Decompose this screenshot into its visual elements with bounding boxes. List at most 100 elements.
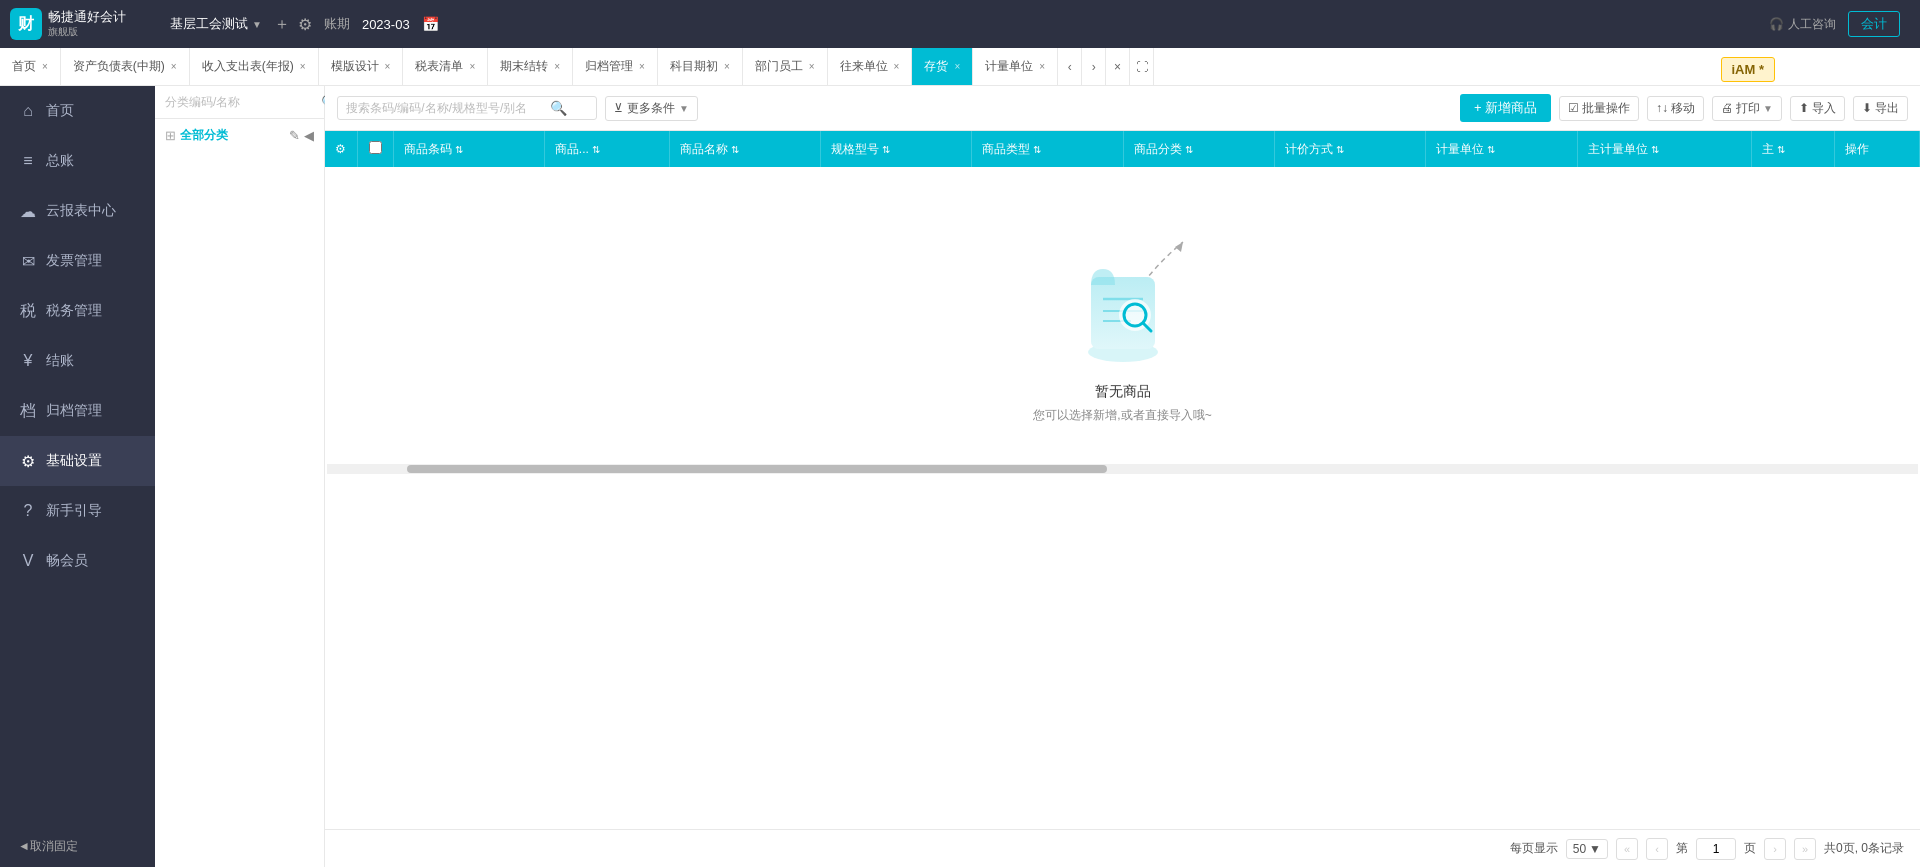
import-btn[interactable]: ⬆ 导入: [1790, 96, 1845, 121]
col-spec[interactable]: 规格型号⇅: [820, 131, 971, 167]
col-type[interactable]: 商品类型⇅: [972, 131, 1123, 167]
horizontal-scrollbar[interactable]: [327, 464, 1918, 474]
period-label: 账期: [324, 15, 350, 33]
category-search-row: 🔍: [155, 86, 324, 119]
sidebar-item-close-account[interactable]: ¥ 结账: [0, 336, 155, 386]
sidebar-unpin-btn[interactable]: ◄取消固定: [0, 826, 155, 867]
scrollbar-thumb[interactable]: [407, 465, 1107, 473]
table-config-col[interactable]: ⚙: [325, 131, 357, 167]
table-check-col[interactable]: [357, 131, 393, 167]
sidebar-item-general-ledger[interactable]: ≡ 总账: [0, 136, 155, 186]
empty-subtitle: 您可以选择新增,或者直接导入哦~: [1033, 407, 1211, 424]
sidebar-item-invoice[interactable]: ✉ 发票管理: [0, 236, 155, 286]
logo-area: 财 畅捷通好会计 旗舰版: [10, 8, 160, 40]
tab-inventory[interactable]: 存货 ×: [912, 48, 973, 86]
sort-extra[interactable]: ⇅: [1777, 144, 1785, 155]
sort-category[interactable]: ⇅: [1185, 144, 1193, 155]
col-main-unit[interactable]: 主计量单位⇅: [1577, 131, 1751, 167]
move-btn[interactable]: ↑↓ 移动: [1647, 96, 1704, 121]
add-tab-icon[interactable]: ＋: [274, 14, 290, 35]
product-search-input[interactable]: [346, 101, 546, 115]
product-search-icon[interactable]: 🔍: [550, 100, 567, 116]
tab-units[interactable]: 计量单位 ×: [973, 48, 1058, 86]
sort-type[interactable]: ⇅: [1033, 144, 1041, 155]
tab-close-contacts[interactable]: ×: [894, 61, 900, 72]
tab-close-tax[interactable]: ×: [469, 61, 475, 72]
col-price-mode[interactable]: 计价方式⇅: [1274, 131, 1425, 167]
sidebar-item-newbie-guide[interactable]: ? 新手引导: [0, 486, 155, 536]
tab-close-subject[interactable]: ×: [724, 61, 730, 72]
sidebar-item-cloud-reports[interactable]: ☁ 云报表中心: [0, 186, 155, 236]
tab-archive[interactable]: 归档管理 ×: [573, 48, 658, 86]
more-filter-btn[interactable]: ⊻ 更多条件 ▼: [605, 96, 698, 121]
account-button[interactable]: 会计: [1848, 11, 1900, 37]
page-suffix: 页: [1744, 840, 1756, 857]
sidebar-item-tax[interactable]: 税 税务管理: [0, 286, 155, 336]
sidebar-item-basic-settings[interactable]: ⚙ 基础设置: [0, 436, 155, 486]
tab-close-home[interactable]: ×: [42, 61, 48, 72]
tab-close-all[interactable]: ×: [1106, 48, 1130, 86]
col-name[interactable]: 商品名称⇅: [669, 131, 820, 167]
tab-subject-init[interactable]: 科目期初 ×: [658, 48, 743, 86]
sort-name[interactable]: ⇅: [731, 144, 739, 155]
col-unit[interactable]: 计量单位⇅: [1426, 131, 1577, 167]
home-icon: ⌂: [18, 102, 38, 120]
tab-tax-list[interactable]: 税表清单 ×: [403, 48, 488, 86]
col-extra[interactable]: 主⇅: [1751, 131, 1834, 167]
col-code[interactable]: 商品...⇅: [544, 131, 669, 167]
page-number-input[interactable]: [1696, 838, 1736, 860]
sort-spec[interactable]: ⇅: [882, 144, 890, 155]
category-edit-icon[interactable]: ✎: [289, 128, 300, 143]
tab-department[interactable]: 部门员工 ×: [743, 48, 828, 86]
tab-contacts[interactable]: 往来单位 ×: [828, 48, 913, 86]
tab-scroll-right[interactable]: ›: [1082, 48, 1106, 86]
batch-operation-btn[interactable]: ☑ 批量操作: [1559, 96, 1639, 121]
sort-code[interactable]: ⇅: [592, 144, 600, 155]
tab-close-template[interactable]: ×: [385, 61, 391, 72]
sidebar-item-vip[interactable]: V 畅会员: [0, 536, 155, 586]
tab-balance-sheet[interactable]: 资产负债表(中期) ×: [61, 48, 190, 86]
tab-home[interactable]: 首页 ×: [0, 48, 61, 86]
export-btn[interactable]: ⬇ 导出: [1853, 96, 1908, 121]
tab-income-statement[interactable]: 收入支出表(年报) ×: [190, 48, 319, 86]
print-btn[interactable]: 🖨 打印 ▼: [1712, 96, 1782, 121]
calendar-icon[interactable]: 📅: [422, 16, 439, 32]
tab-close-dept[interactable]: ×: [809, 61, 815, 72]
tab-close-carry[interactable]: ×: [554, 61, 560, 72]
batch-icon: ☑: [1568, 101, 1579, 115]
sort-barcode[interactable]: ⇅: [455, 144, 463, 155]
svg-marker-0: [1175, 242, 1183, 252]
sidebar-item-archive[interactable]: 档 归档管理: [0, 386, 155, 436]
settings-icon[interactable]: ⚙: [298, 15, 312, 34]
new-product-btn[interactable]: + 新增商品: [1460, 94, 1551, 122]
sort-unit[interactable]: ⇅: [1487, 144, 1495, 155]
next-page-btn[interactable]: ›: [1764, 838, 1786, 860]
category-collapse-icon[interactable]: ◀: [304, 128, 314, 143]
select-all-checkbox[interactable]: [369, 141, 382, 154]
tab-template-design[interactable]: 模版设计 ×: [319, 48, 404, 86]
all-categories-label[interactable]: 全部分类: [180, 127, 285, 144]
tab-close-inventory[interactable]: ×: [954, 61, 960, 72]
category-search-input[interactable]: [165, 95, 315, 109]
tab-close-balance[interactable]: ×: [171, 61, 177, 72]
tab-scroll-left[interactable]: ‹: [1058, 48, 1082, 86]
col-category[interactable]: 商品分类⇅: [1123, 131, 1274, 167]
first-page-btn[interactable]: «: [1616, 838, 1638, 860]
archive-icon: 档: [18, 401, 38, 422]
sort-main-unit[interactable]: ⇅: [1651, 144, 1659, 155]
tab-close-income[interactable]: ×: [300, 61, 306, 72]
tab-expand[interactable]: ⛶: [1130, 48, 1154, 86]
company-selector[interactable]: 基层工会测试 ▼: [170, 15, 262, 33]
tab-close-units[interactable]: ×: [1039, 61, 1045, 72]
per-page-select[interactable]: 50 ▼: [1566, 839, 1608, 859]
last-page-btn[interactable]: »: [1794, 838, 1816, 860]
prev-page-btn[interactable]: ‹: [1646, 838, 1668, 860]
sidebar-item-home[interactable]: ⌂ 首页: [0, 86, 155, 136]
tab-period-carry[interactable]: 期末结转 ×: [488, 48, 573, 86]
col-barcode[interactable]: 商品条码⇅: [393, 131, 544, 167]
tab-close-archive[interactable]: ×: [639, 61, 645, 72]
close-account-icon: ¥: [18, 352, 38, 370]
company-name: 基层工会测试: [170, 15, 248, 33]
sort-price-mode[interactable]: ⇅: [1336, 144, 1344, 155]
customer-service-btn[interactable]: 🎧 人工咨询: [1769, 16, 1836, 33]
